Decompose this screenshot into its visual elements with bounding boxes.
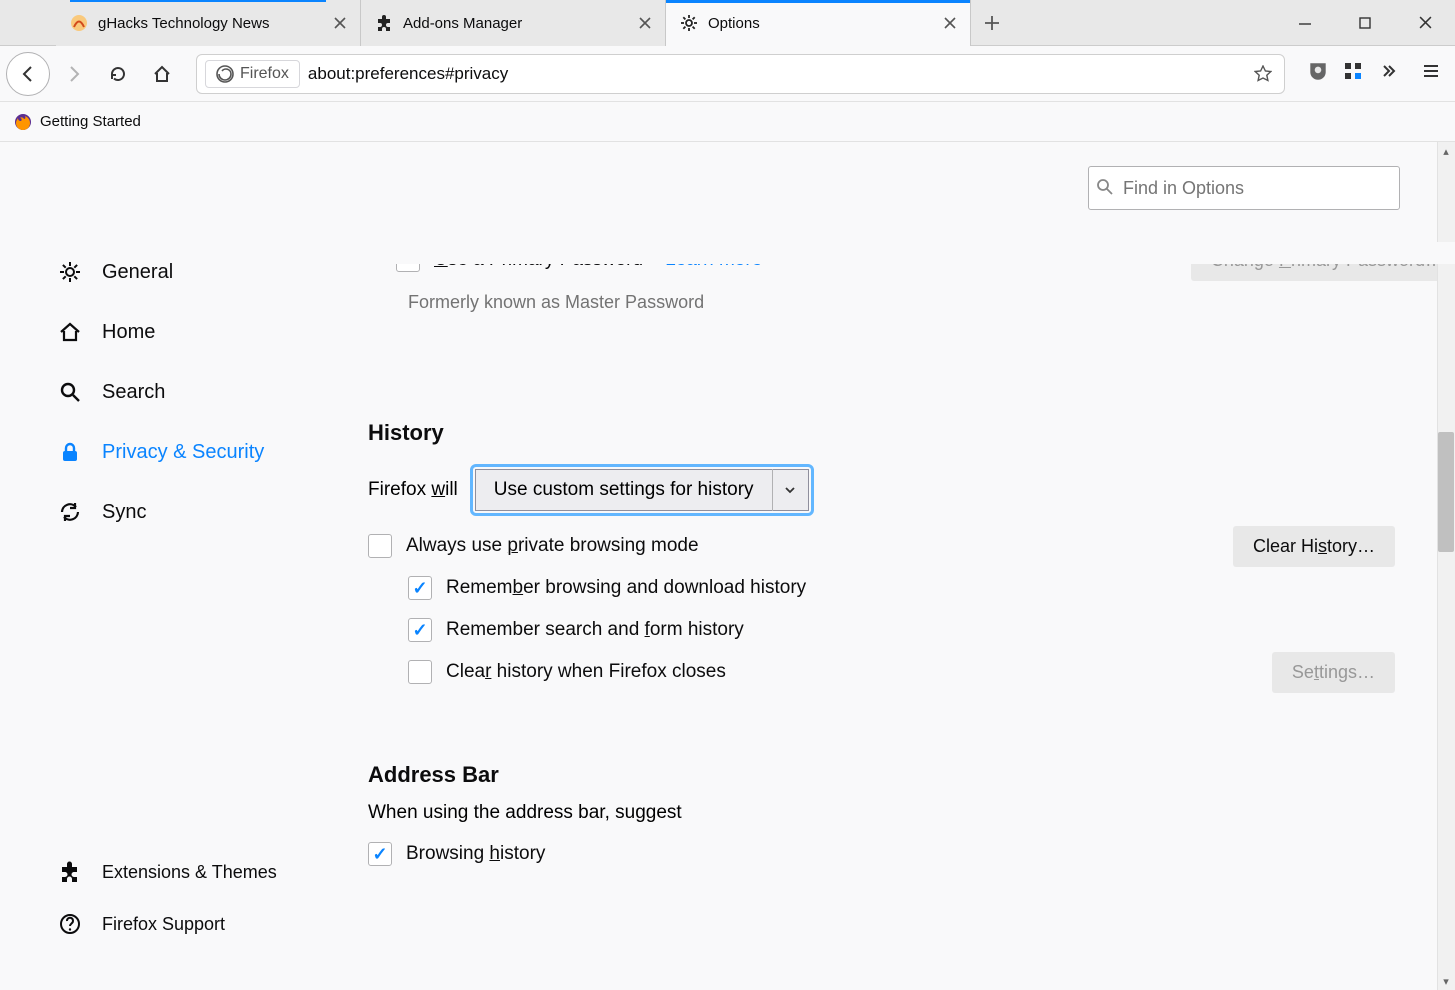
sidebar-support[interactable]: Firefox Support — [56, 898, 277, 950]
scroll-up-icon[interactable]: ▴ — [1437, 142, 1455, 160]
url-text: about:preferences#privacy — [308, 64, 1250, 84]
preferences-content: General Home Search Privacy & Security S… — [0, 142, 1455, 990]
scroll-down-icon[interactable]: ▾ — [1437, 972, 1455, 990]
firefox-will-label: Firefox will — [368, 479, 458, 501]
navbar: Firefox about:preferences#privacy — [0, 46, 1455, 102]
question-icon — [56, 910, 84, 938]
remember-browsing-label: Remember browsing and download history — [446, 577, 806, 599]
remember-browsing-checkbox[interactable] — [408, 576, 432, 600]
always-private-checkbox[interactable] — [368, 534, 392, 558]
firefox-icon — [216, 65, 234, 83]
tab-label: Add-ons Manager — [403, 15, 629, 32]
category-sidebar: General Home Search Privacy & Security S… — [0, 142, 340, 990]
gear-icon — [680, 14, 698, 32]
formerly-master-password-note: Formerly known as Master Password — [408, 292, 704, 313]
clear-settings-button[interactable]: Settings… — [1272, 652, 1395, 693]
addons-grid-icon[interactable] — [1343, 61, 1363, 86]
overflow-icon[interactable] — [1377, 61, 1397, 86]
category-label: Privacy & Security — [102, 441, 264, 464]
tab-addons[interactable]: Add-ons Manager — [361, 0, 666, 46]
identity-box[interactable]: Firefox — [205, 60, 300, 88]
history-mode-dropdown[interactable]: Use custom settings for history — [470, 464, 814, 516]
puzzle-icon — [56, 858, 84, 886]
scroll-thumb[interactable] — [1438, 432, 1454, 552]
address-bar-section: Address Bar When using the address bar, … — [368, 762, 1395, 866]
identity-label: Firefox — [240, 65, 289, 83]
lock-icon — [56, 438, 84, 466]
home-icon — [56, 318, 84, 346]
tab-close-icon[interactable] — [635, 13, 655, 33]
preferences-main: Use a Primary Password Learn more Change… — [340, 142, 1455, 990]
address-bar-desc: When using the address bar, suggest — [368, 802, 1395, 824]
suggest-history-label: Browsing history — [406, 843, 545, 865]
address-bar-heading: Address Bar — [368, 762, 1395, 788]
tab-close-icon[interactable] — [330, 13, 350, 33]
always-private-label: Always use private browsing mode — [406, 535, 699, 557]
hamburger-menu-icon[interactable] — [1421, 61, 1441, 86]
home-button[interactable] — [142, 54, 182, 94]
bookmark-star-icon[interactable] — [1250, 65, 1276, 83]
tab-strip: gHacks Technology News Add-ons Manager O… — [0, 0, 1013, 45]
titlebar: gHacks Technology News Add-ons Manager O… — [0, 0, 1455, 46]
tab-label: gHacks Technology News — [98, 15, 324, 32]
category-label: Sync — [102, 501, 146, 524]
close-window-button[interactable] — [1395, 0, 1455, 45]
category-search[interactable]: Search — [56, 362, 340, 422]
dropdown-value: Use custom settings for history — [476, 479, 772, 501]
tab-ghacks[interactable]: gHacks Technology News — [56, 0, 361, 46]
tab-close-icon[interactable] — [940, 13, 960, 33]
minimize-button[interactable] — [1275, 0, 1335, 45]
clear-on-close-checkbox[interactable] — [408, 660, 432, 684]
ublock-icon[interactable] — [1307, 60, 1329, 87]
bookmarks-toolbar: Getting Started — [0, 102, 1455, 142]
remember-forms-checkbox[interactable] — [408, 618, 432, 642]
url-bar[interactable]: Firefox about:preferences#privacy — [196, 54, 1285, 94]
clear-history-button[interactable]: Clear History… — [1233, 526, 1395, 567]
new-tab-button[interactable] — [971, 0, 1013, 45]
search-icon — [56, 378, 84, 406]
bookmark-label: Getting Started — [40, 113, 141, 130]
category-label: General — [102, 261, 173, 284]
gear-icon — [56, 258, 84, 286]
forward-button[interactable] — [54, 54, 94, 94]
category-sync[interactable]: Sync — [56, 482, 340, 542]
category-label: Search — [102, 381, 165, 404]
firefox-logo-icon — [14, 113, 32, 131]
clear-on-close-label: Clear history when Firefox closes — [446, 661, 726, 683]
sync-icon — [56, 498, 84, 526]
category-privacy[interactable]: Privacy & Security — [56, 422, 340, 482]
tab-options[interactable]: Options — [666, 0, 971, 46]
sidebar-label: Firefox Support — [102, 914, 225, 935]
history-heading: History — [368, 420, 1395, 446]
content-scrollbar[interactable]: ▴ ▾ — [1437, 142, 1455, 990]
category-label: Home — [102, 321, 155, 344]
back-button[interactable] — [6, 52, 50, 96]
ghacks-favicon-icon — [70, 14, 88, 32]
remember-forms-label: Remember search and form history — [446, 619, 744, 641]
history-section: History Firefox will Use custom settings… — [368, 420, 1395, 684]
category-general[interactable]: General — [56, 242, 340, 302]
suggest-history-checkbox[interactable] — [368, 842, 392, 866]
sidebar-extensions[interactable]: Extensions & Themes — [56, 846, 277, 898]
bookmark-getting-started[interactable]: Getting Started — [14, 113, 141, 131]
category-home[interactable]: Home — [56, 302, 340, 362]
window-controls — [1275, 0, 1455, 45]
tab-label: Options — [708, 15, 934, 32]
maximize-button[interactable] — [1335, 0, 1395, 45]
chevron-down-icon — [772, 469, 808, 511]
reload-button[interactable] — [98, 54, 138, 94]
puzzle-icon — [375, 14, 393, 32]
sidebar-label: Extensions & Themes — [102, 862, 277, 883]
